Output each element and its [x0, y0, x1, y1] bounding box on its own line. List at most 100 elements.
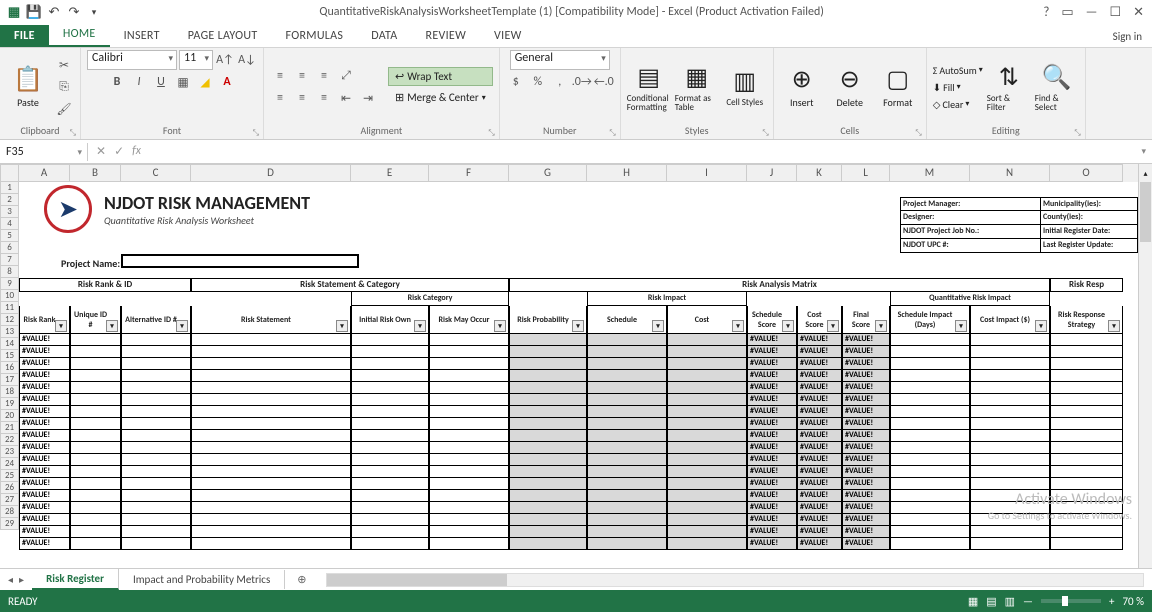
col-header-A[interactable]: A	[19, 164, 70, 182]
cell[interactable]	[667, 334, 747, 346]
cell[interactable]: #VALUE!	[797, 346, 842, 358]
cell[interactable]	[121, 382, 191, 394]
redo-icon[interactable]: ↷	[66, 4, 82, 20]
cell[interactable]	[667, 526, 747, 538]
table-row[interactable]: #VALUE!#VALUE!#VALUE!#VALUE!	[19, 514, 1138, 526]
cell[interactable]	[970, 502, 1050, 514]
cell[interactable]	[890, 382, 970, 394]
cell[interactable]: #VALUE!	[842, 490, 890, 502]
cell[interactable]	[429, 478, 509, 490]
cell[interactable]	[970, 334, 1050, 346]
cell[interactable]	[1050, 514, 1123, 526]
indent-dec-icon[interactable]: ⇤	[336, 88, 356, 108]
cell[interactable]: #VALUE!	[797, 382, 842, 394]
col-header-K[interactable]: K	[797, 164, 842, 182]
col-header-H[interactable]: H	[587, 164, 667, 182]
cell[interactable]: #VALUE!	[747, 526, 797, 538]
cell[interactable]: #VALUE!	[19, 514, 70, 526]
save-icon[interactable]: 💾	[26, 4, 42, 20]
font-color-icon[interactable]: A	[217, 72, 237, 92]
table-row[interactable]: #VALUE!#VALUE!#VALUE!#VALUE!	[19, 466, 1138, 478]
cell[interactable]	[667, 382, 747, 394]
align-right-icon[interactable]: ≡	[314, 88, 334, 108]
table-row[interactable]: #VALUE!#VALUE!#VALUE!#VALUE!	[19, 454, 1138, 466]
cell[interactable]	[191, 502, 351, 514]
cell[interactable]	[509, 358, 587, 370]
cell[interactable]	[191, 490, 351, 502]
cell[interactable]	[121, 490, 191, 502]
cell[interactable]	[509, 406, 587, 418]
cell[interactable]: #VALUE!	[797, 358, 842, 370]
cell[interactable]	[667, 502, 747, 514]
cell[interactable]: #VALUE!	[797, 466, 842, 478]
col-0[interactable]: Risk Rank	[19, 306, 70, 334]
cell[interactable]	[587, 478, 667, 490]
cell[interactable]	[667, 442, 747, 454]
cell[interactable]: #VALUE!	[797, 478, 842, 490]
cell[interactable]	[70, 502, 121, 514]
cell[interactable]	[587, 334, 667, 346]
table-row[interactable]: #VALUE!#VALUE!#VALUE!#VALUE!	[19, 358, 1138, 370]
cell[interactable]	[70, 358, 121, 370]
sheet-tab-risk-register[interactable]: Risk Register	[32, 569, 119, 590]
cell[interactable]: #VALUE!	[747, 514, 797, 526]
merge-center-button[interactable]: ⊞Merge & Center▾	[388, 88, 493, 107]
cell[interactable]	[587, 358, 667, 370]
cell[interactable]	[351, 346, 429, 358]
cell[interactable]	[351, 370, 429, 382]
cell[interactable]: #VALUE!	[19, 394, 70, 406]
cell[interactable]	[121, 442, 191, 454]
cell[interactable]	[121, 406, 191, 418]
cell[interactable]	[667, 514, 747, 526]
cell[interactable]	[509, 418, 587, 430]
vscroll-thumb[interactable]	[1140, 182, 1151, 242]
row-header-28[interactable]: 28	[0, 506, 19, 518]
row-header-5[interactable]: 5	[0, 230, 19, 242]
cell[interactable]	[429, 382, 509, 394]
cell[interactable]	[121, 538, 191, 550]
cell[interactable]	[191, 406, 351, 418]
cell[interactable]	[970, 538, 1050, 550]
cell[interactable]: #VALUE!	[747, 370, 797, 382]
cell[interactable]	[121, 418, 191, 430]
row-header-14[interactable]: 14	[0, 338, 19, 350]
cell[interactable]	[351, 394, 429, 406]
cell[interactable]	[351, 490, 429, 502]
cell[interactable]	[429, 454, 509, 466]
cell[interactable]	[70, 406, 121, 418]
cell[interactable]	[191, 478, 351, 490]
cell[interactable]	[429, 370, 509, 382]
fx-icon[interactable]: fx	[132, 144, 141, 159]
sheet-tab-impact-metrics[interactable]: Impact and Probability Metrics	[119, 570, 285, 589]
cell[interactable]: #VALUE!	[797, 394, 842, 406]
cell[interactable]	[70, 514, 121, 526]
cell[interactable]	[121, 454, 191, 466]
cell[interactable]	[70, 382, 121, 394]
cell[interactable]	[429, 406, 509, 418]
cell[interactable]	[890, 538, 970, 550]
cell[interactable]	[970, 418, 1050, 430]
cell[interactable]	[121, 346, 191, 358]
cell[interactable]: #VALUE!	[747, 406, 797, 418]
cell[interactable]: #VALUE!	[19, 334, 70, 346]
cell[interactable]	[587, 454, 667, 466]
align-top-icon[interactable]: ≡	[270, 66, 290, 86]
zoom-in-icon[interactable]: +	[1109, 595, 1114, 608]
col-11[interactable]: Final Score	[842, 306, 890, 334]
cell[interactable]	[121, 334, 191, 346]
cell[interactable]	[890, 454, 970, 466]
col-header-E[interactable]: E	[351, 164, 429, 182]
autosum-button[interactable]: ΣAutoSum▾	[933, 64, 983, 77]
cell[interactable]	[1050, 346, 1123, 358]
cell[interactable]	[1050, 466, 1123, 478]
cell[interactable]	[970, 430, 1050, 442]
table-row[interactable]: #VALUE!#VALUE!#VALUE!#VALUE!	[19, 490, 1138, 502]
cell[interactable]	[509, 334, 587, 346]
cell[interactable]	[1050, 526, 1123, 538]
formula-expand-icon[interactable]: ▾	[1135, 146, 1152, 157]
col-header-F[interactable]: F	[429, 164, 509, 182]
cell[interactable]	[1050, 430, 1123, 442]
col-header-D[interactable]: D	[191, 164, 351, 182]
select-all-corner[interactable]	[0, 164, 19, 182]
number-format-combo[interactable]: General	[510, 50, 610, 70]
